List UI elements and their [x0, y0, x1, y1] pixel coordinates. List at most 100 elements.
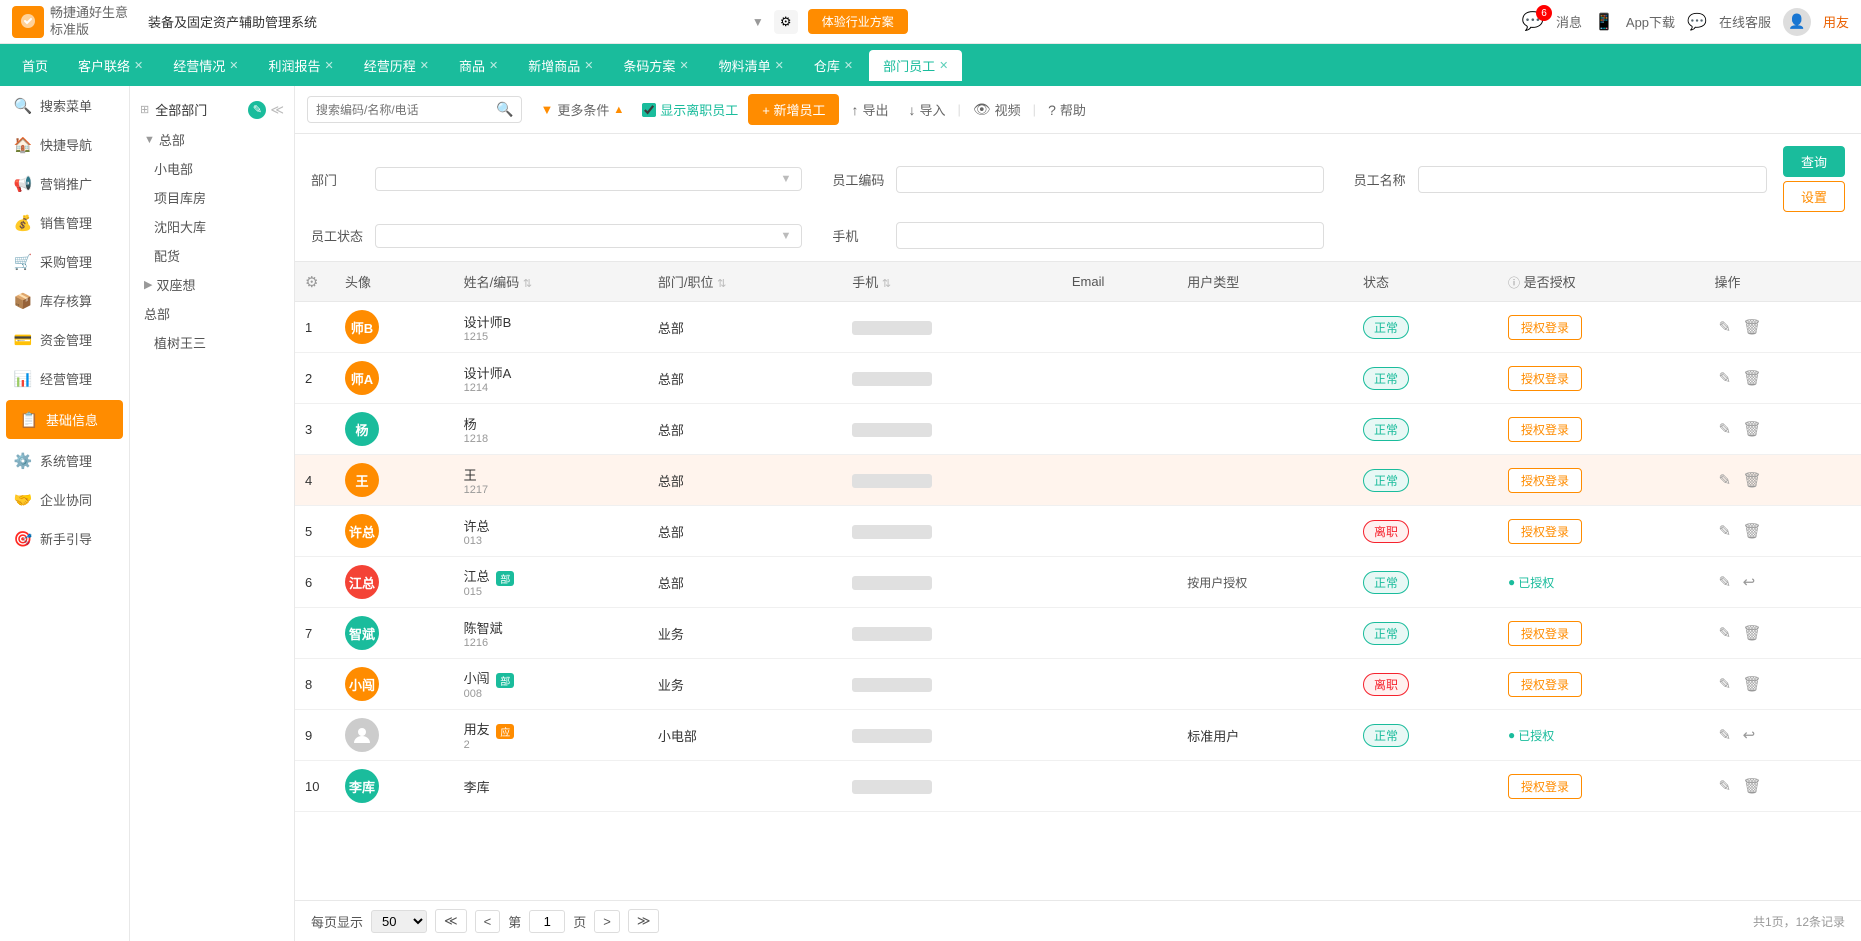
delete-btn[interactable]: 🗑 [1739, 775, 1766, 797]
tab-goods[interactable]: 商品 ✕ [445, 50, 512, 81]
col-phone[interactable]: 手机 ⇅ [842, 262, 1062, 302]
col-name[interactable]: 姓名/编码 ⇅ [454, 262, 648, 302]
sidebar-item-management[interactable]: 📊 经营管理 [0, 359, 129, 398]
emp-name-input[interactable] [1418, 166, 1767, 193]
delete-btn[interactable]: ↩ [1739, 724, 1760, 746]
close-icon[interactable]: ✕ [229, 59, 238, 72]
search-input[interactable] [316, 103, 496, 117]
auth-login-btn[interactable]: 授权登录 [1508, 672, 1582, 697]
sort-dept-icon[interactable]: ⇅ [717, 278, 726, 290]
edit-btn[interactable]: ✎ [1714, 571, 1735, 593]
phone-input[interactable] [896, 222, 1323, 249]
more-filters-btn[interactable]: ▼ 更多条件 ▲ [532, 96, 632, 123]
edit-btn[interactable]: ✎ [1714, 520, 1735, 542]
delete-btn[interactable]: 🗑 [1739, 316, 1766, 338]
emp-code-input[interactable] [896, 166, 1323, 193]
close-icon[interactable]: ✕ [325, 59, 334, 72]
tab-operations[interactable]: 经营情况 ✕ [159, 50, 252, 81]
tab-home[interactable]: 首页 [8, 50, 62, 81]
edit-btn[interactable]: ✎ [1714, 622, 1735, 644]
sidebar-item-inventory[interactable]: 📦 库存核算 [0, 281, 129, 320]
sidebar-item-basic[interactable]: 📋 基础信息 [6, 400, 123, 439]
delete-btn[interactable]: ↩ [1739, 571, 1760, 593]
set-btn[interactable]: 设置 [1783, 181, 1845, 212]
delete-btn[interactable]: 🗑 [1739, 418, 1766, 440]
col-settings[interactable]: ⚙ [295, 262, 335, 302]
sidebar-item-purchase[interactable]: 🛒 采购管理 [0, 242, 129, 281]
sort-name-icon[interactable]: ⇅ [523, 278, 532, 290]
tab-add-goods[interactable]: 新增商品 ✕ [514, 50, 607, 81]
close-icon[interactable]: ✕ [584, 59, 593, 72]
auth-login-btn[interactable]: 授权登录 [1508, 315, 1582, 340]
auth-login-btn[interactable]: 授权登录 [1508, 774, 1582, 799]
dept-item-zongbu[interactable]: 总部 [130, 299, 294, 328]
close-icon[interactable]: ✕ [939, 59, 948, 72]
online-service-label[interactable]: 在线客服 [1719, 12, 1771, 31]
first-page-btn[interactable]: ≪ [435, 909, 467, 933]
auth-login-btn[interactable]: 授权登录 [1508, 468, 1582, 493]
tab-history[interactable]: 经营历程 ✕ [350, 50, 443, 81]
tab-profit[interactable]: 利润报告 ✕ [254, 50, 347, 81]
help-btn[interactable]: ? 帮助 [1040, 96, 1094, 123]
column-settings-icon[interactable]: ⚙ [305, 274, 318, 291]
edit-btn[interactable]: ✎ [1714, 418, 1735, 440]
dept-item-small-electric[interactable]: 小电部 [130, 154, 294, 183]
delete-btn[interactable]: 🗑 [1739, 622, 1766, 644]
tab-barcode[interactable]: 条码方案 ✕ [609, 50, 702, 81]
dept-item-delivery[interactable]: 配货 [130, 241, 294, 270]
prev-page-btn[interactable]: < [475, 910, 501, 933]
title-dropdown[interactable]: ▼ [752, 15, 764, 29]
next-page-btn[interactable]: > [594, 910, 620, 933]
dept-item-general[interactable]: ▼ 总部 [130, 125, 294, 154]
emp-status-select[interactable]: ▼ [375, 224, 802, 248]
user-label[interactable]: 用友 [1823, 12, 1849, 31]
edit-btn[interactable]: ✎ [1714, 367, 1735, 389]
avatar[interactable]: 👤 [1783, 8, 1811, 36]
sidebar-item-collab[interactable]: 🤝 企业协同 [0, 480, 129, 519]
close-icon[interactable]: ✕ [489, 59, 498, 72]
delete-btn[interactable]: 🗑 [1739, 520, 1766, 542]
add-employee-btn[interactable]: + 新增员工 [748, 94, 839, 125]
edit-btn[interactable]: ✎ [1714, 673, 1735, 695]
sidebar-item-marketing[interactable]: 📢 营销推广 [0, 164, 129, 203]
dept-tree-actions[interactable]: ✎ ≪ [248, 101, 284, 119]
col-dept[interactable]: 部门/职位 ⇅ [648, 262, 842, 302]
last-page-btn[interactable]: ≫ [628, 909, 660, 933]
tab-warehouse[interactable]: 仓库 ✕ [800, 50, 867, 81]
sidebar-item-system[interactable]: ⚙️ 系统管理 [0, 441, 129, 480]
sidebar-item-finance[interactable]: 💳 资金管理 [0, 320, 129, 359]
delete-btn[interactable]: 🗑 [1739, 367, 1766, 389]
settings-gear-icon[interactable]: ⚙ [774, 10, 798, 34]
delete-btn[interactable]: 🗑 [1739, 469, 1766, 491]
close-icon[interactable]: ✕ [134, 59, 143, 72]
sort-phone-icon[interactable]: ⇅ [882, 278, 891, 290]
tab-customer[interactable]: 客户联络 ✕ [64, 50, 157, 81]
import-btn[interactable]: ↓ 导入 [900, 96, 953, 123]
close-icon[interactable]: ✕ [420, 59, 429, 72]
sidebar-item-nav[interactable]: 🏠 快捷导航 [0, 125, 129, 164]
search-input-wrap[interactable]: 🔍 [307, 96, 522, 123]
experience-btn[interactable]: 体验行业方案 [808, 9, 908, 34]
page-input[interactable] [529, 910, 565, 933]
export-btn[interactable]: ↑ 导出 [843, 96, 896, 123]
auth-login-btn[interactable]: 授权登录 [1508, 417, 1582, 442]
message-label[interactable]: 消息 [1556, 12, 1582, 31]
edit-btn[interactable]: ✎ [1714, 724, 1735, 746]
collapse-dept-icon[interactable]: ≪ [270, 102, 284, 118]
dept-item-project-storage[interactable]: 项目库房 [130, 183, 294, 212]
edit-btn[interactable]: ✎ [1714, 775, 1735, 797]
auth-login-btn[interactable]: 授权登录 [1508, 519, 1582, 544]
view-btn[interactable]: 👁 视频 [965, 96, 1029, 123]
sidebar-item-guide[interactable]: 🎯 新手引导 [0, 519, 129, 558]
app-download-label[interactable]: App下载 [1626, 12, 1675, 31]
show-resigned-checkbox[interactable] [642, 103, 656, 117]
sidebar-item-search[interactable]: 🔍 搜索菜单 [0, 86, 129, 125]
dept-item-plant[interactable]: 植树王三 [130, 328, 294, 357]
edit-dept-icon[interactable]: ✎ [248, 101, 266, 119]
per-page-select[interactable]: 50 100 200 [371, 910, 427, 933]
delete-btn[interactable]: 🗑 [1739, 673, 1766, 695]
dept-select[interactable]: ▼ [375, 167, 802, 191]
show-resigned-checkbox-wrap[interactable]: 显示离职员工 [642, 100, 738, 119]
tab-bom[interactable]: 物料清单 ✕ [705, 50, 798, 81]
dept-item-shenyang[interactable]: 沈阳大库 [130, 212, 294, 241]
